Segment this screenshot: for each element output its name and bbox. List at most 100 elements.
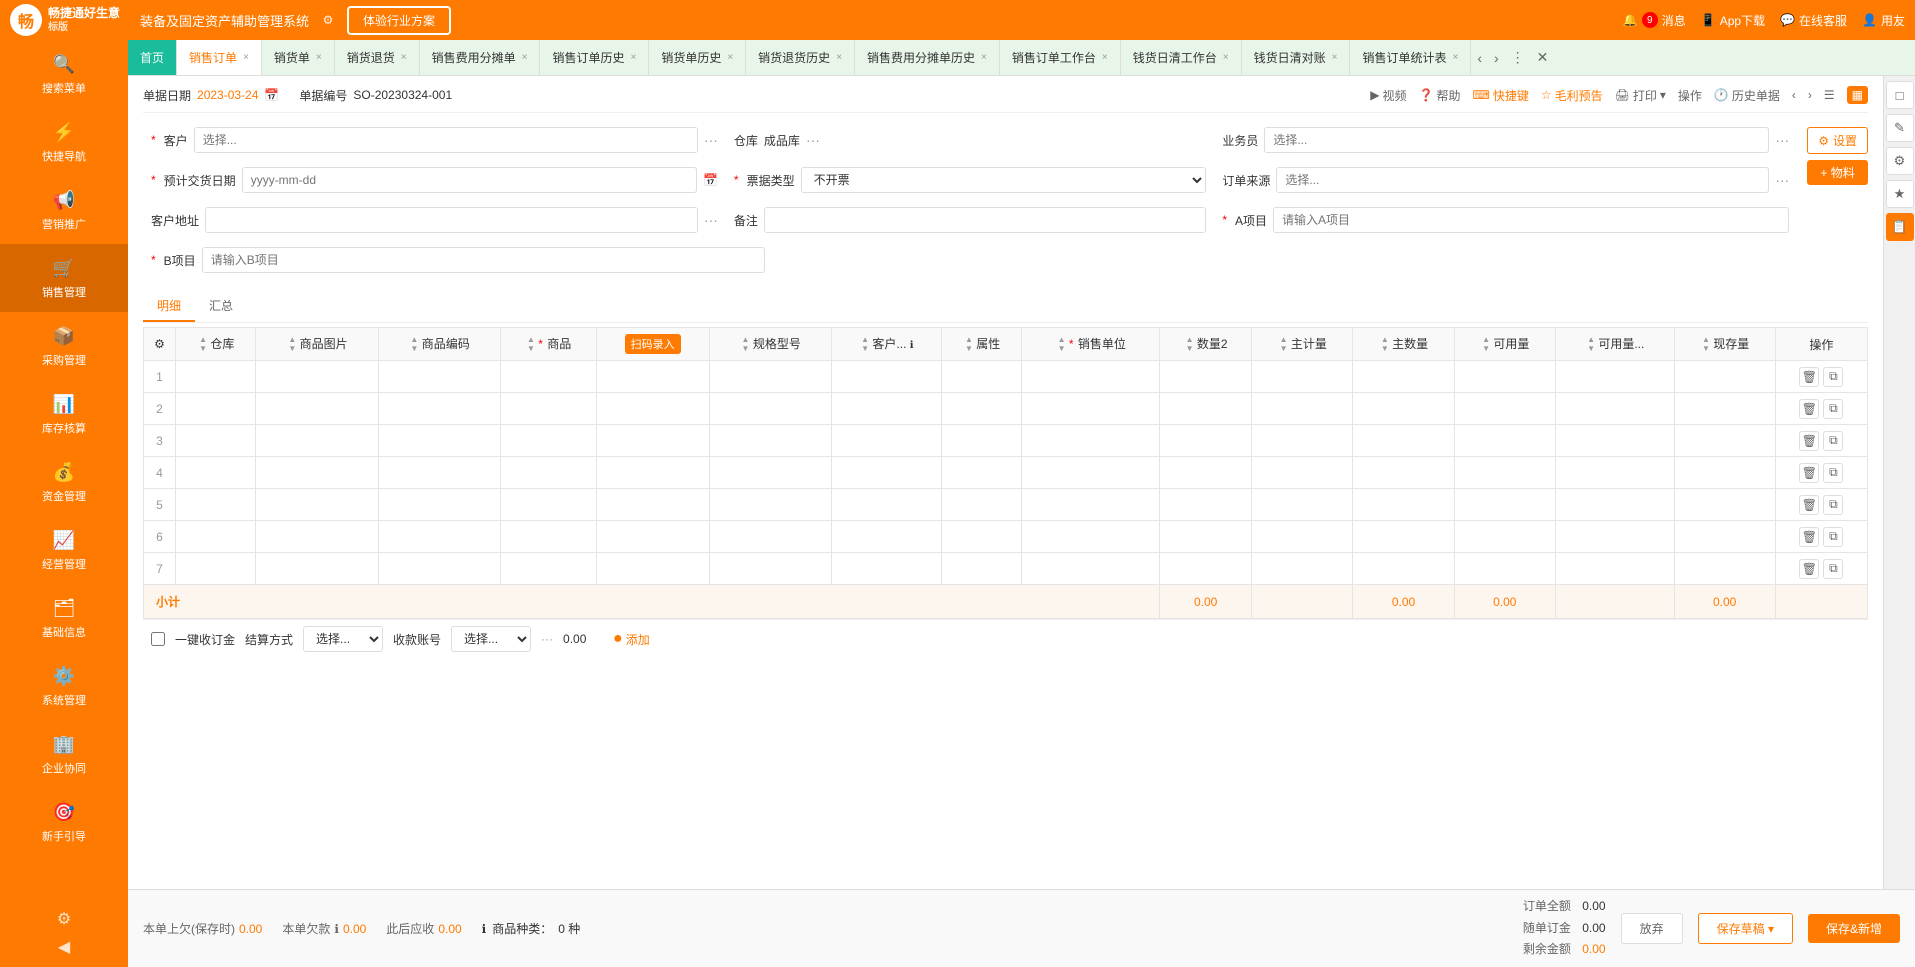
preview-action[interactable]: ▶ 视频 bbox=[1370, 87, 1406, 104]
tab-summary[interactable]: 汇总 bbox=[195, 291, 247, 322]
sidebar-item-system[interactable]: ⚙️ 系统管理 bbox=[0, 652, 128, 720]
help-action[interactable]: ❓ 帮助 bbox=[1419, 87, 1461, 104]
attribute-sort[interactable]: ▲▼ bbox=[965, 335, 973, 353]
row-2-avail-qty[interactable] bbox=[1454, 393, 1555, 425]
row-5-main-qty[interactable] bbox=[1353, 489, 1454, 521]
current-qty-sort[interactable]: ▲▼ bbox=[1702, 335, 1710, 353]
row-4-unit[interactable] bbox=[1022, 457, 1160, 489]
row-6-delete-btn[interactable]: 🗑 bbox=[1799, 527, 1819, 547]
tab-expense-history[interactable]: 销售费用分摊单历史 × bbox=[855, 40, 1000, 76]
order-source-more-icon[interactable]: ··· bbox=[1775, 172, 1789, 188]
customer-spec-info-icon[interactable]: ℹ bbox=[910, 340, 914, 351]
row-7-warehouse[interactable] bbox=[176, 553, 256, 585]
calendar-icon[interactable]: 📅 bbox=[264, 88, 279, 102]
save-draft-btn[interactable]: 保存草稿 ▾ bbox=[1698, 913, 1793, 944]
customer-input[interactable] bbox=[194, 127, 698, 153]
row-4-main-unit[interactable] bbox=[1252, 457, 1353, 489]
tab-sales-order[interactable]: 销售订单 × bbox=[177, 40, 262, 76]
tab-expense[interactable]: 销售费用分摊单 × bbox=[420, 40, 541, 76]
row-3-customer-spec[interactable] bbox=[831, 425, 941, 457]
sidebar-item-quick-nav[interactable]: ⚡ 快捷导航 bbox=[0, 108, 128, 176]
settle-method-select[interactable]: 选择... bbox=[303, 626, 383, 652]
row-7-avail2[interactable] bbox=[1555, 553, 1674, 585]
row-5-avail2[interactable] bbox=[1555, 489, 1674, 521]
row-4-warehouse[interactable] bbox=[176, 457, 256, 489]
sidebar-item-search[interactable]: 🔍 搜索菜单 bbox=[0, 40, 128, 108]
right-panel-btn-1[interactable]: □ bbox=[1886, 81, 1914, 109]
row-7-code[interactable] bbox=[378, 553, 500, 585]
row-7-product[interactable] bbox=[500, 553, 596, 585]
row-4-current-qty[interactable] bbox=[1674, 457, 1775, 489]
row-5-code[interactable] bbox=[378, 489, 500, 521]
row-5-avail-qty[interactable] bbox=[1454, 489, 1555, 521]
sidebar-item-finance[interactable]: 💰 资金管理 bbox=[0, 448, 128, 516]
row-5-spec[interactable] bbox=[709, 489, 831, 521]
row-5-unit[interactable] bbox=[1022, 489, 1160, 521]
row-4-avail2[interactable] bbox=[1555, 457, 1674, 489]
row-6-code[interactable] bbox=[378, 521, 500, 553]
row-7-main-qty[interactable] bbox=[1353, 553, 1454, 585]
row-3-avail-qty[interactable] bbox=[1454, 425, 1555, 457]
row-5-image[interactable] bbox=[256, 489, 378, 521]
setting-btn[interactable]: ⚙ 设置 bbox=[1807, 127, 1868, 154]
tab-order-workbench[interactable]: 销售订单工作台 × bbox=[1000, 40, 1121, 76]
online-service-btn[interactable]: 💬 在线客服 bbox=[1780, 12, 1847, 29]
tab-return-close[interactable]: × bbox=[401, 52, 407, 63]
row-5-current-qty[interactable] bbox=[1674, 489, 1775, 521]
row-6-unit[interactable] bbox=[1022, 521, 1160, 553]
row-1-unit[interactable] bbox=[1022, 361, 1160, 393]
row-7-copy-btn[interactable]: ⧉ bbox=[1823, 559, 1843, 579]
row-2-product[interactable] bbox=[500, 393, 596, 425]
remark-input[interactable] bbox=[764, 207, 1206, 233]
discard-btn[interactable]: 放弃 bbox=[1621, 913, 1683, 944]
row-6-main-qty[interactable] bbox=[1353, 521, 1454, 553]
code-sort[interactable]: ▲▼ bbox=[410, 335, 418, 353]
row-4-copy-btn[interactable]: ⧉ bbox=[1823, 463, 1843, 483]
row-7-spec[interactable] bbox=[709, 553, 831, 585]
sidebar-item-enterprise[interactable]: 🏢 企业协同 bbox=[0, 720, 128, 788]
add-payment-btn[interactable]: ● 添加 bbox=[613, 630, 650, 648]
row-7-image[interactable] bbox=[256, 553, 378, 585]
main-qty-sort[interactable]: ▲▼ bbox=[1381, 335, 1389, 353]
row-4-avail-qty[interactable] bbox=[1454, 457, 1555, 489]
salesperson-input[interactable] bbox=[1264, 127, 1769, 153]
sidebar-item-operations[interactable]: 📈 经营管理 bbox=[0, 516, 128, 584]
sidebar-collapse-icon[interactable]: ◀ bbox=[58, 937, 70, 957]
current-due-info[interactable]: ℹ bbox=[334, 922, 339, 936]
tab-goods-history-close[interactable]: × bbox=[727, 52, 733, 63]
th-settings[interactable]: ⚙ bbox=[144, 328, 176, 361]
row-1-code[interactable] bbox=[378, 361, 500, 393]
tab-return-history-close[interactable]: × bbox=[836, 52, 842, 63]
row-6-spec[interactable] bbox=[709, 521, 831, 553]
save-new-btn[interactable]: 保存&新增 bbox=[1808, 914, 1900, 943]
row-4-spec[interactable] bbox=[709, 457, 831, 489]
row-2-unit[interactable] bbox=[1022, 393, 1160, 425]
delivery-cal-icon[interactable]: 📅 bbox=[703, 173, 718, 187]
sidebar-settings-icon[interactable]: ⚙ bbox=[57, 909, 71, 929]
addr-more-icon[interactable]: ··· bbox=[704, 212, 718, 228]
tab-close-all-btn[interactable]: ✕ bbox=[1531, 49, 1555, 66]
customer-spec-sort[interactable]: ▲▼ bbox=[861, 335, 869, 353]
row-4-main-qty[interactable] bbox=[1353, 457, 1454, 489]
tab-next-btn[interactable]: › bbox=[1488, 50, 1505, 66]
row-3-code[interactable] bbox=[378, 425, 500, 457]
row-6-main-unit[interactable] bbox=[1252, 521, 1353, 553]
row-3-attribute[interactable] bbox=[941, 425, 1021, 457]
row-3-copy-btn[interactable]: ⧉ bbox=[1823, 431, 1843, 451]
row-1-spec[interactable] bbox=[709, 361, 831, 393]
row-2-warehouse[interactable] bbox=[176, 393, 256, 425]
row-6-qty2[interactable] bbox=[1160, 521, 1252, 553]
row-1-product[interactable] bbox=[500, 361, 596, 393]
tab-return[interactable]: 销货退货 × bbox=[335, 40, 420, 76]
row-1-copy-btn[interactable]: ⧉ bbox=[1823, 367, 1843, 387]
scan-btn[interactable]: 扫码录入 bbox=[625, 334, 681, 354]
unit-sort[interactable]: ▲▼ bbox=[1058, 335, 1066, 353]
qty2-sort[interactable]: ▲▼ bbox=[1186, 335, 1194, 353]
row-6-avail-qty[interactable] bbox=[1454, 521, 1555, 553]
row-6-customer-spec[interactable] bbox=[831, 521, 941, 553]
tab-statistics-close[interactable]: × bbox=[1452, 52, 1458, 63]
row-2-customer-spec[interactable] bbox=[831, 393, 941, 425]
row-3-main-qty[interactable] bbox=[1353, 425, 1454, 457]
b-project-input[interactable] bbox=[202, 247, 766, 273]
nav-next-icon[interactable]: › bbox=[1808, 88, 1812, 102]
